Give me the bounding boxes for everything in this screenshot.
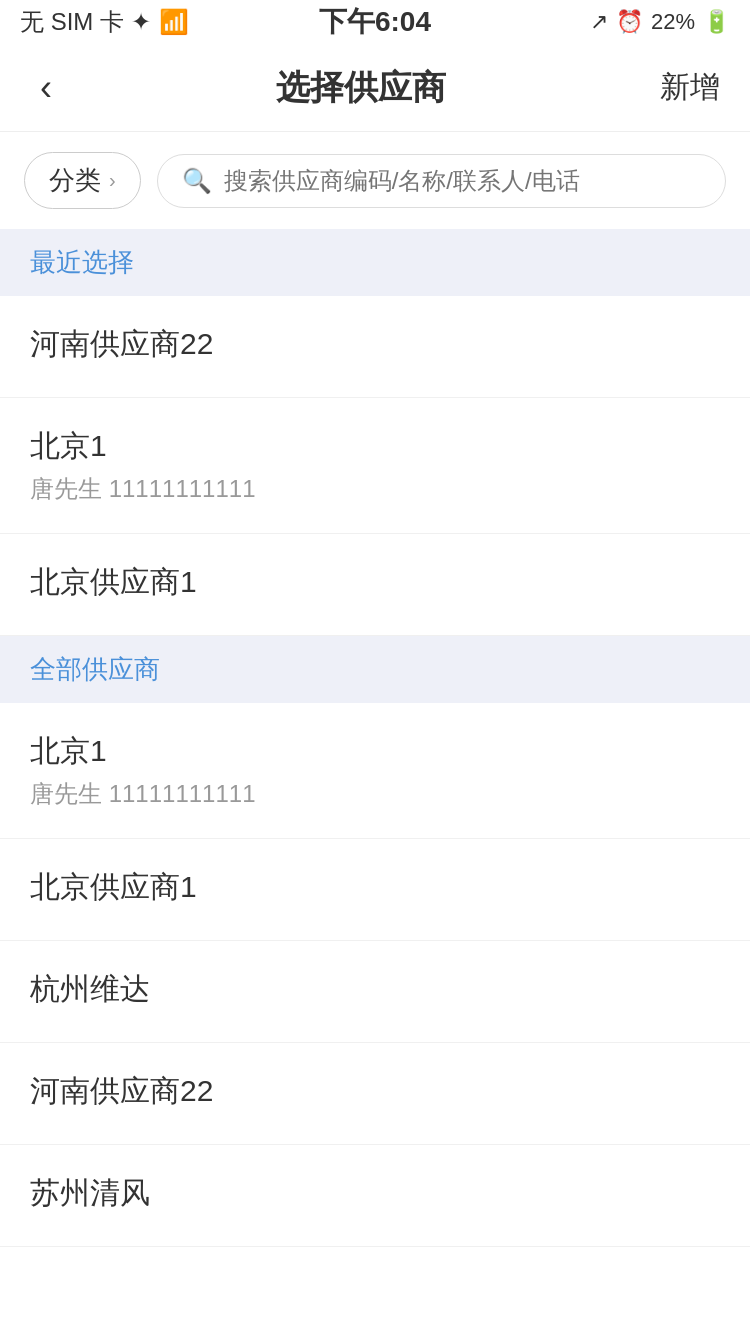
item-sub: 唐先生 11111111111 — [30, 778, 720, 810]
all-section-header: 全部供应商 — [0, 636, 750, 703]
battery-percent: 22% — [651, 9, 695, 35]
all-list-item[interactable]: 河南供应商22 — [0, 1043, 750, 1145]
filter-bar: 分类 › 🔍 — [0, 132, 750, 229]
status-left: 无 SIM 卡 ✦ 📶 — [20, 6, 189, 38]
wifi-icon: 📶 — [159, 8, 189, 36]
page-title: 选择供应商 — [276, 65, 446, 111]
add-button[interactable]: 新增 — [660, 67, 720, 108]
location-icon: ↗ — [590, 9, 608, 35]
status-bar: 无 SIM 卡 ✦ 📶 下午6:04 ↗ ⏰ 22% 🔋 — [0, 0, 750, 44]
all-list-item[interactable]: 苏州清风 — [0, 1145, 750, 1247]
chevron-right-icon: › — [109, 169, 116, 192]
item-name: 北京供应商1 — [30, 562, 720, 603]
status-time: 下午6:04 — [319, 3, 431, 41]
all-list-item[interactable]: 北京供应商1 — [0, 839, 750, 941]
item-name: 河南供应商22 — [30, 1071, 720, 1112]
recent-list-item[interactable]: 河南供应商22 — [0, 296, 750, 398]
no-sim-label: 无 SIM 卡 ✦ — [20, 6, 151, 38]
recent-list-item[interactable]: 北京1 唐先生 11111111111 — [0, 398, 750, 534]
nav-bar: ‹ 选择供应商 新增 — [0, 44, 750, 132]
alarm-icon: ⏰ — [616, 9, 643, 35]
recent-list-item[interactable]: 北京供应商1 — [0, 534, 750, 636]
search-icon: 🔍 — [182, 167, 212, 195]
item-name: 北京1 — [30, 426, 720, 467]
item-name: 河南供应商22 — [30, 324, 720, 365]
search-box: 🔍 — [157, 154, 726, 208]
all-list-item[interactable]: 北京1 唐先生 11111111111 — [0, 703, 750, 839]
back-button[interactable]: ‹ — [30, 57, 62, 119]
all-list: 北京1 唐先生 11111111111 北京供应商1 杭州维达河南供应商22 苏州清风 — [0, 703, 750, 1247]
item-name: 北京供应商1 — [30, 867, 720, 908]
item-sub: 唐先生 11111111111 — [30, 473, 720, 505]
all-list-item[interactable]: 杭州维达 — [0, 941, 750, 1043]
item-name: 苏州清风 — [30, 1173, 720, 1214]
recent-list: 河南供应商22 北京1 唐先生 11111111111 北京供应商1 — [0, 296, 750, 636]
category-button[interactable]: 分类 › — [24, 152, 141, 209]
recent-section-header: 最近选择 — [0, 229, 750, 296]
status-right: ↗ ⏰ 22% 🔋 — [590, 9, 730, 35]
item-name: 杭州维达 — [30, 969, 720, 1010]
item-name: 北京1 — [30, 731, 720, 772]
search-input[interactable] — [224, 167, 701, 195]
battery-icon: 🔋 — [703, 9, 730, 35]
category-label: 分类 — [49, 163, 101, 198]
